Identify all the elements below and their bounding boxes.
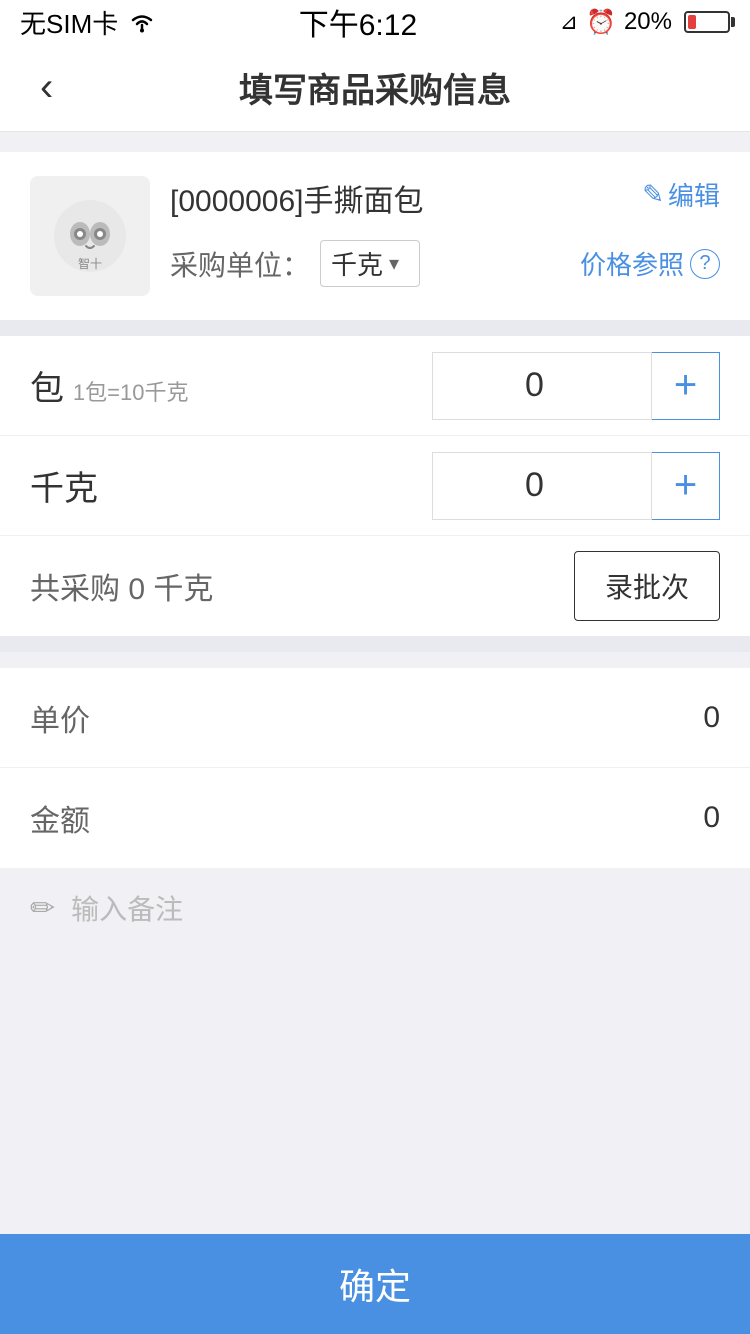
input-section: 包 1包=10千克 + 千克 +: [0, 336, 750, 536]
unit-price-row: 单价 0: [0, 668, 750, 768]
status-bar: 无SIM卡 下午6:12 ⊿ ⏰ 20%: [0, 0, 750, 44]
battery-icon: [684, 11, 730, 33]
page-title: 填写商品采购信息: [239, 63, 511, 112]
product-image: 智十: [30, 176, 150, 296]
help-icon: ?: [690, 249, 720, 279]
kg-control: +: [432, 452, 720, 520]
content-spacer: [0, 948, 750, 1198]
amount-label: 金额: [30, 796, 90, 840]
bag-label: 包 1包=10千克: [30, 361, 432, 410]
nav-bar: ‹ 填写商品采购信息: [0, 44, 750, 132]
product-card: 智十 [0000006]手撕面包 ✎ 编辑 采购单位： 千克 ▾ 价格参照 ?: [0, 152, 750, 320]
product-unit-row: 采购单位： 千克 ▾ 价格参照 ?: [170, 240, 720, 287]
battery-percent: 20%: [624, 8, 672, 36]
carrier-text: 无SIM卡: [20, 4, 118, 41]
wifi-icon: [128, 11, 156, 33]
kg-quantity-input[interactable]: [432, 452, 652, 520]
confirm-button[interactable]: 确定: [0, 1234, 750, 1334]
back-button[interactable]: ‹: [30, 55, 63, 120]
svg-text:智十: 智十: [78, 256, 102, 271]
unit-price-label: 单价: [30, 696, 90, 740]
amount-row: 金额 0: [0, 768, 750, 868]
amount-value: 0: [703, 801, 720, 835]
summary-text: 共采购 0 千克: [30, 564, 213, 608]
unit-price-value: 0: [703, 701, 720, 735]
product-name: [0000006]手撕面包: [170, 176, 423, 220]
section-divider-1: [0, 320, 750, 336]
status-bar-left: 无SIM卡: [20, 4, 156, 41]
unit-select[interactable]: 千克 ▾: [320, 240, 420, 287]
unit-label: 采购单位： 千克 ▾: [170, 240, 420, 287]
pencil-icon: ✏: [30, 891, 55, 926]
bag-control: +: [432, 352, 720, 420]
remark-placeholder: 输入备注: [71, 888, 183, 928]
edit-button[interactable]: ✎ 编辑: [642, 176, 720, 213]
product-header: [0000006]手撕面包 ✎ 编辑: [170, 176, 720, 220]
remark-section[interactable]: ✏ 输入备注: [0, 868, 750, 948]
kg-input-row: 千克 +: [0, 436, 750, 536]
bag-quantity-input[interactable]: [432, 352, 652, 420]
price-ref-button[interactable]: 价格参照 ?: [580, 245, 720, 282]
kg-plus-button[interactable]: +: [652, 452, 720, 520]
record-batch-button[interactable]: 录批次: [574, 551, 720, 621]
edit-icon: ✎: [642, 179, 664, 210]
bag-input-row: 包 1包=10千克 +: [0, 336, 750, 436]
confirm-text: 确定: [339, 1258, 411, 1310]
kg-label: 千克: [30, 461, 432, 510]
summary-row: 共采购 0 千克 录批次: [0, 536, 750, 636]
product-info: [0000006]手撕面包 ✎ 编辑 采购单位： 千克 ▾ 价格参照 ?: [170, 176, 720, 287]
price-section: 单价 0 金额 0: [0, 668, 750, 868]
bag-plus-button[interactable]: +: [652, 352, 720, 420]
status-bar-right: ⊿ ⏰ 20%: [560, 8, 730, 37]
status-bar-time: 下午6:12: [299, 0, 417, 44]
dropdown-icon: ▾: [389, 251, 399, 276]
location-icon: ⊿: [560, 9, 578, 35]
section-divider-2: [0, 636, 750, 652]
alarm-icon: ⏰: [586, 8, 616, 37]
